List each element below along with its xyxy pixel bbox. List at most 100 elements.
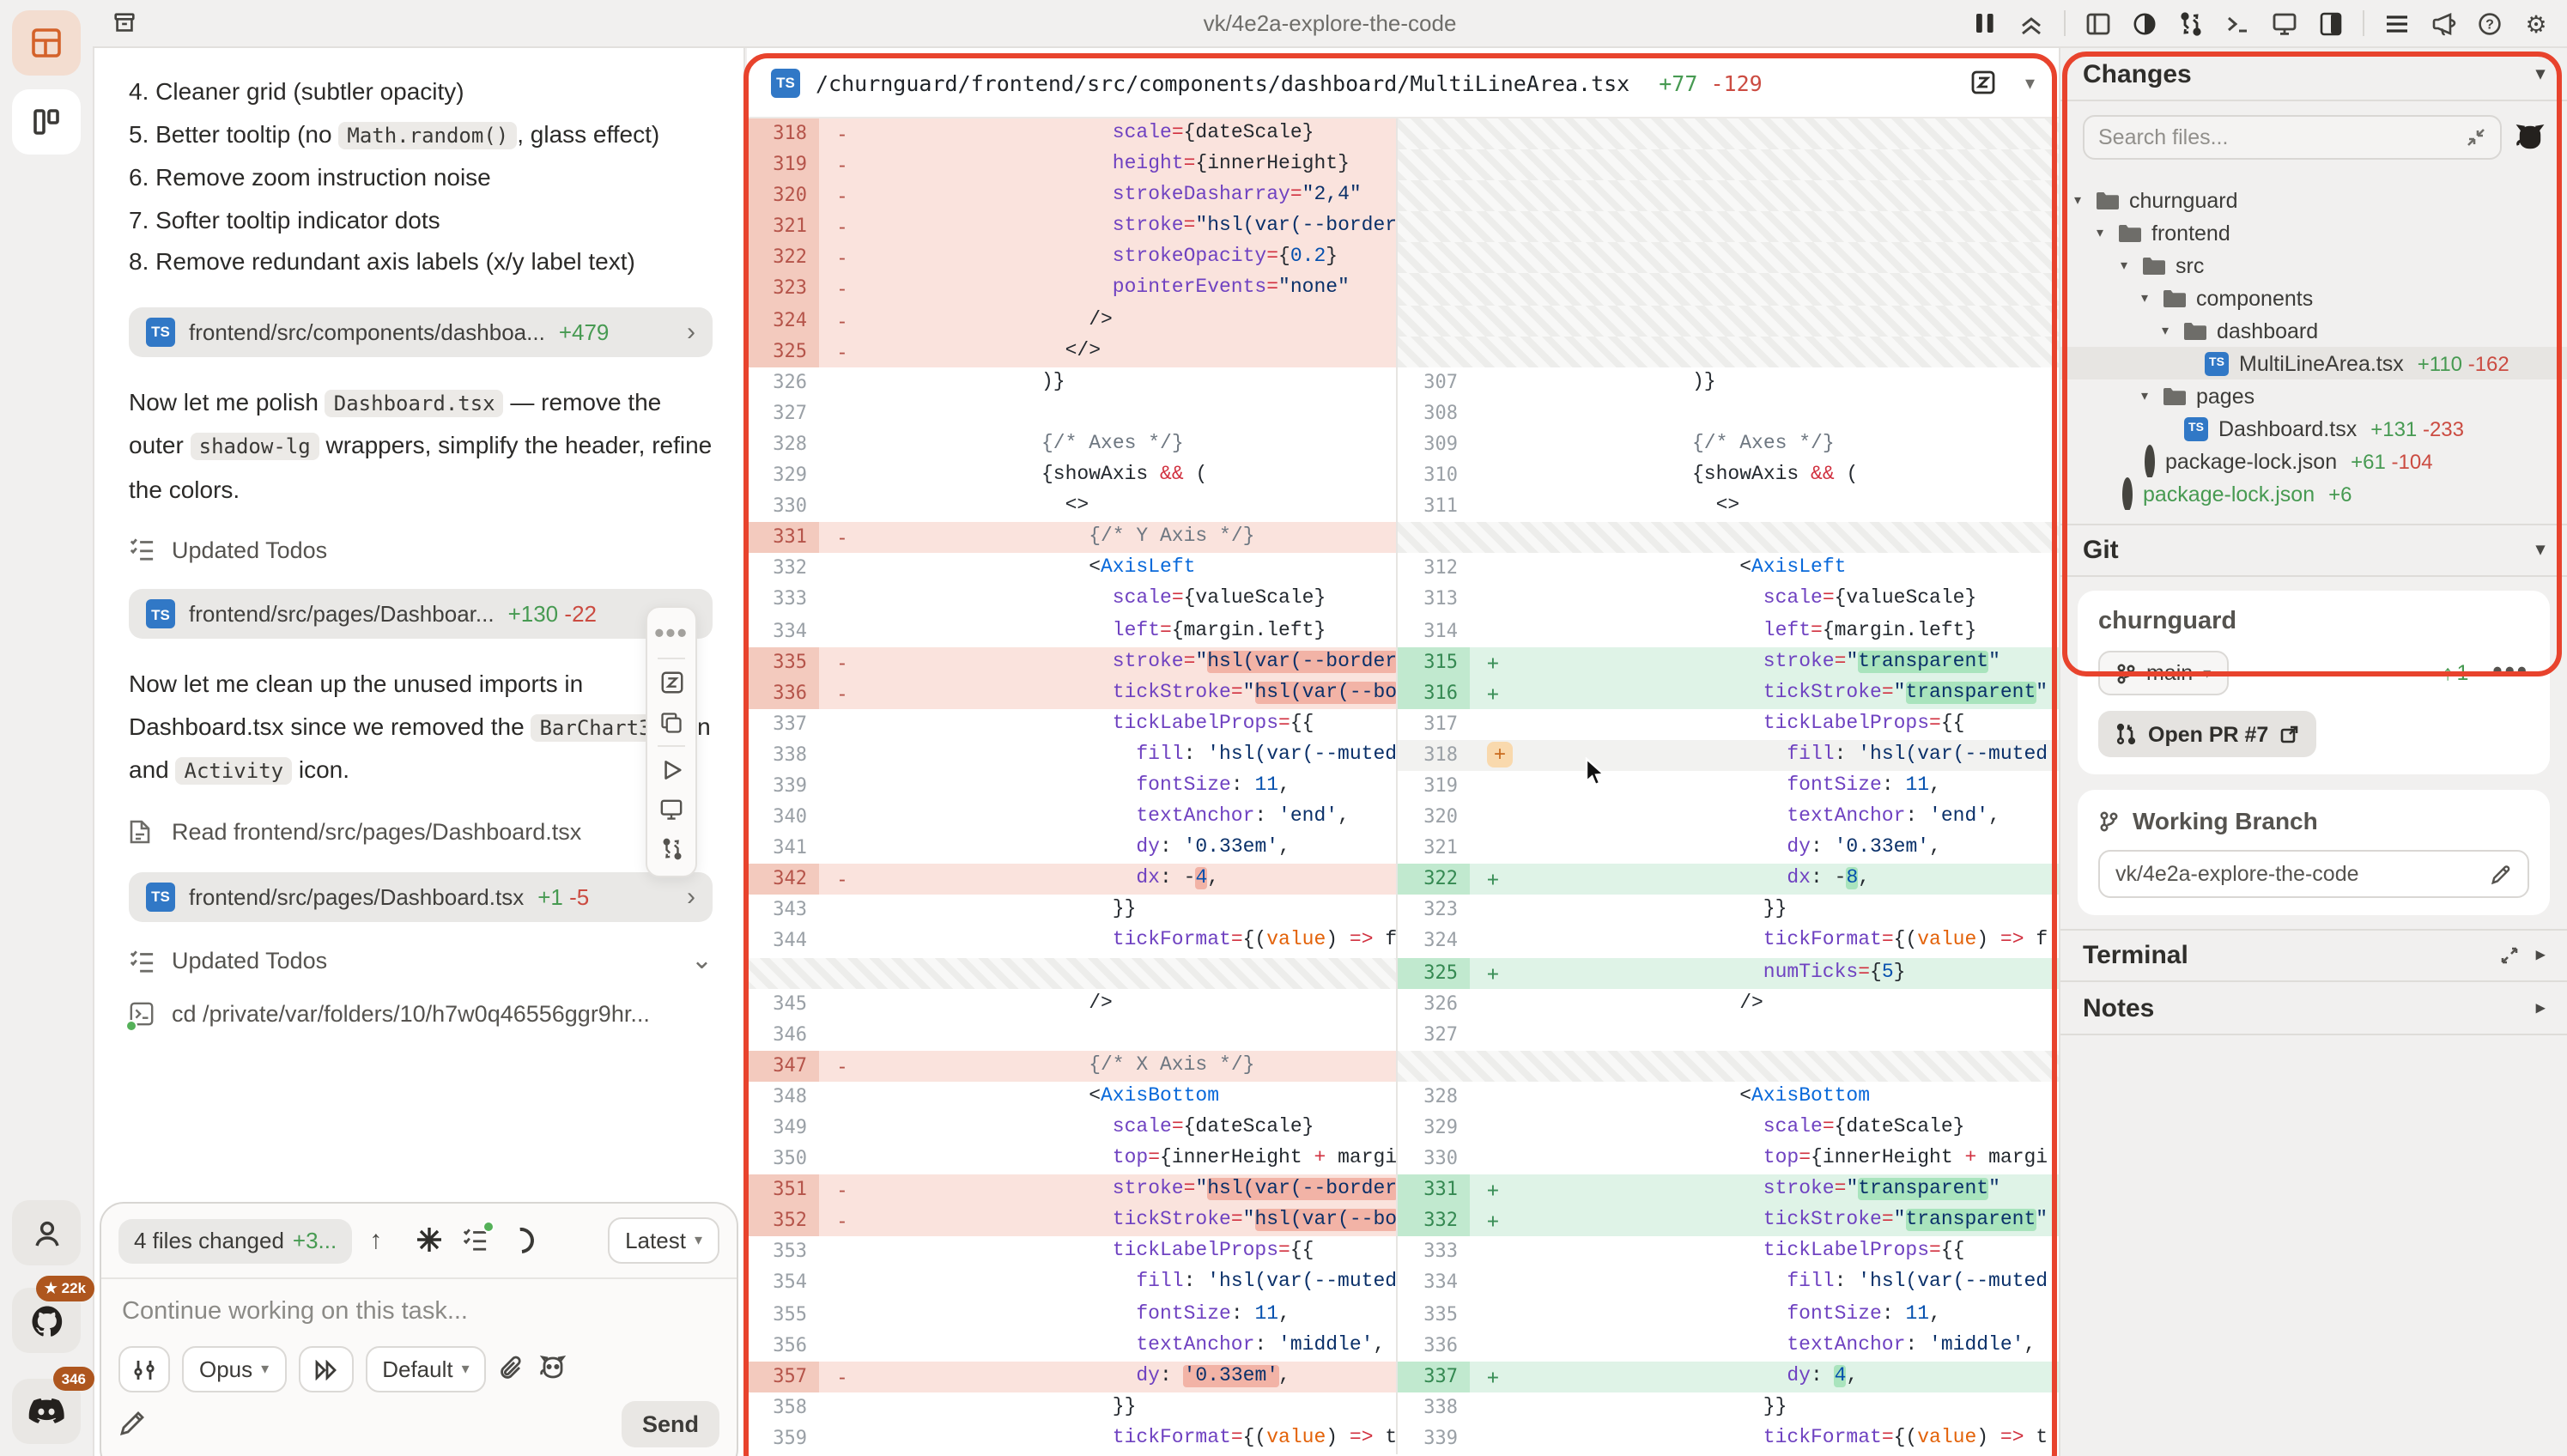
file-diff-chip[interactable]: TSfrontend/src/pages/Dashboard.tsx+1 -5›: [129, 871, 713, 921]
model-dropdown[interactable]: Opus▾: [182, 1346, 286, 1392]
scroll-to-top-icon[interactable]: ↑: [369, 1226, 398, 1255]
settings-sliders-button[interactable]: [118, 1346, 170, 1392]
tool-call-row[interactable]: cd /private/var/folders/10/h7w0q46556ggr…: [129, 1000, 713, 1028]
monitor-icon[interactable]: [647, 790, 695, 829]
tree-folder-churnguard[interactable]: ▾churnguard: [2060, 184, 2567, 216]
version-dropdown[interactable]: Latest▾: [608, 1217, 719, 1264]
git-compare-icon[interactable]: [647, 829, 695, 869]
caret-down-icon[interactable]: ▾: [2074, 192, 2095, 208]
open-pr-button[interactable]: Open PR #7: [2098, 711, 2316, 757]
spark-icon[interactable]: [416, 1226, 445, 1255]
megaphone-icon[interactable]: [2430, 9, 2457, 37]
diff-row: 320-strokeDasharray="2,4": [747, 180, 2059, 211]
diff-line-context: 334fill: 'hsl(var(--muted: [1396, 1268, 2059, 1299]
mode-dropdown[interactable]: Default▾: [365, 1346, 486, 1392]
copilot-cat-icon[interactable]: [540, 1355, 569, 1384]
pen-icon[interactable]: [118, 1410, 148, 1439]
diff-filler: [1396, 336, 2059, 367]
expand-terminal-icon[interactable]: [2500, 946, 2519, 965]
tool-call-row[interactable]: Updated Todos⌄: [129, 947, 713, 974]
git-more-icon[interactable]: •••: [2492, 658, 2529, 689]
rail-account-button[interactable]: [12, 1200, 81, 1265]
tree-folder-src[interactable]: ▾src: [2060, 249, 2567, 282]
rail-github-button[interactable]: ★ 22k: [12, 1288, 81, 1353]
tree-folder-frontend[interactable]: ▾frontend: [2060, 216, 2567, 249]
terminal-section-header[interactable]: Terminal ▸: [2060, 929, 2567, 982]
branch-dropdown[interactable]: main▾: [2098, 651, 2228, 695]
todos-status-icon[interactable]: [462, 1226, 491, 1255]
notes-section-header[interactable]: Notes ▸: [2060, 982, 2567, 1035]
tree-file-Dashboard.tsx[interactable]: TSDashboard.tsx+131 -233: [2060, 412, 2567, 445]
line-number: 335: [747, 646, 819, 677]
files-changed-chip[interactable]: 4 files changed+3...: [118, 1218, 352, 1263]
tool-call-row[interactable]: Read frontend/src/pages/Dashboard.tsx: [129, 818, 713, 846]
diff-marker: [1470, 398, 1514, 429]
tree-folder-dashboard[interactable]: ▾dashboard: [2060, 314, 2567, 347]
rail-board-button[interactable]: [12, 89, 81, 155]
changes-section-header[interactable]: Changes ▾: [2060, 48, 2567, 101]
rail-discord-button[interactable]: 346: [12, 1379, 81, 1444]
caret-down-icon[interactable]: ▾: [2097, 225, 2117, 240]
file-diff-chip[interactable]: TSfrontend/src/pages/Dashboar...+130 -22: [129, 589, 713, 639]
git-section-header[interactable]: Git ▾: [2060, 524, 2567, 577]
diff-filler: [1396, 1051, 2059, 1082]
add-comment-button[interactable]: +: [1487, 742, 1513, 767]
chevrons-up-icon[interactable]: [2018, 9, 2045, 37]
diff-line-context: 308: [1396, 398, 2059, 429]
theme-contrast-icon[interactable]: [2131, 9, 2158, 37]
caret-down-icon[interactable]: ▾: [2121, 258, 2141, 273]
diff-line-deleted: 347-{/* X Axis */}: [747, 1051, 1396, 1082]
panel-right-filled-icon[interactable]: [2316, 9, 2344, 37]
expand-notes-chevron[interactable]: ▸: [2536, 998, 2545, 1017]
collapse-changes-icon[interactable]: ▾: [2536, 64, 2545, 83]
pause-icon[interactable]: [1971, 9, 1999, 37]
chevron-down-icon[interactable]: ⌄: [691, 954, 713, 968]
diff-line-context: 326/>: [1396, 988, 2059, 1019]
settings-gear-icon[interactable]: ⚙: [2522, 9, 2550, 37]
line-number: 321: [747, 212, 819, 243]
tree-folder-components[interactable]: ▾components: [2060, 282, 2567, 314]
diff-row: 336-tickStroke="hsl(var(--bo316+tickStro…: [747, 677, 2059, 708]
caret-down-icon[interactable]: ▾: [2141, 290, 2162, 306]
edit-branch-icon[interactable]: [2490, 863, 2512, 885]
line-number: 327: [747, 398, 819, 429]
diff-view-icon[interactable]: [647, 663, 695, 702]
more-options-icon[interactable]: •••: [647, 615, 695, 654]
line-number: 354: [747, 1268, 819, 1299]
working-branch-input[interactable]: vk/4e2a-explore-the-code: [2098, 850, 2529, 898]
line-number: 350: [747, 1144, 819, 1174]
diff-rows: 318-scale={dateScale}319-height={innerHe…: [747, 118, 2059, 1456]
git-compare-icon[interactable]: [2177, 9, 2205, 37]
terminal-icon[interactable]: [2224, 9, 2251, 37]
inline-code: shadow-lg: [191, 433, 319, 460]
diff-mode-icon[interactable]: [1970, 69, 1998, 96]
menu-icon[interactable]: [2383, 9, 2411, 37]
github-cat-icon[interactable]: [2515, 124, 2545, 151]
caret-down-icon[interactable]: ▾: [2141, 388, 2162, 403]
git-title: Git: [2083, 536, 2119, 565]
diff-line-context: 338fill: 'hsl(var(--muted: [747, 740, 1396, 771]
play-icon[interactable]: [647, 750, 695, 790]
send-button[interactable]: Send: [622, 1401, 719, 1447]
tool-call-row[interactable]: Updated Todos: [129, 536, 713, 563]
file-diff-chip[interactable]: TSfrontend/src/components/dashboa...+479…: [129, 306, 713, 356]
collapse-diff-icon[interactable]: ▾: [2025, 71, 2035, 94]
expand-terminal-chevron[interactable]: ▸: [2536, 946, 2545, 965]
tree-folder-pages[interactable]: ▾pages: [2060, 379, 2567, 412]
panel-left-icon[interactable]: [2085, 9, 2112, 37]
tree-file-MultiLineArea.tsx[interactable]: TSMultiLineArea.tsx+110 -162: [2060, 347, 2567, 379]
tree-file-package-lock.json[interactable]: package-lock.json+61 -104: [2060, 445, 2567, 477]
search-files-input[interactable]: Search files...: [2083, 115, 2502, 160]
fast-forward-button[interactable]: [298, 1346, 353, 1392]
collapse-tree-icon[interactable]: [2466, 127, 2486, 148]
collapse-git-icon[interactable]: ▾: [2536, 541, 2545, 560]
copy-icon[interactable]: [647, 702, 695, 742]
diff-marker: [819, 1113, 864, 1144]
help-icon[interactable]: ?: [2476, 9, 2503, 37]
caret-down-icon[interactable]: ▾: [2162, 323, 2182, 338]
attach-paperclip-icon[interactable]: [499, 1355, 528, 1384]
rail-layout-button[interactable]: [12, 10, 81, 76]
message-input[interactable]: Continue working on this task...: [122, 1298, 716, 1326]
monitor-icon[interactable]: [2270, 9, 2297, 37]
tree-file-package-lock.json[interactable]: package-lock.json+6: [2060, 477, 2567, 510]
